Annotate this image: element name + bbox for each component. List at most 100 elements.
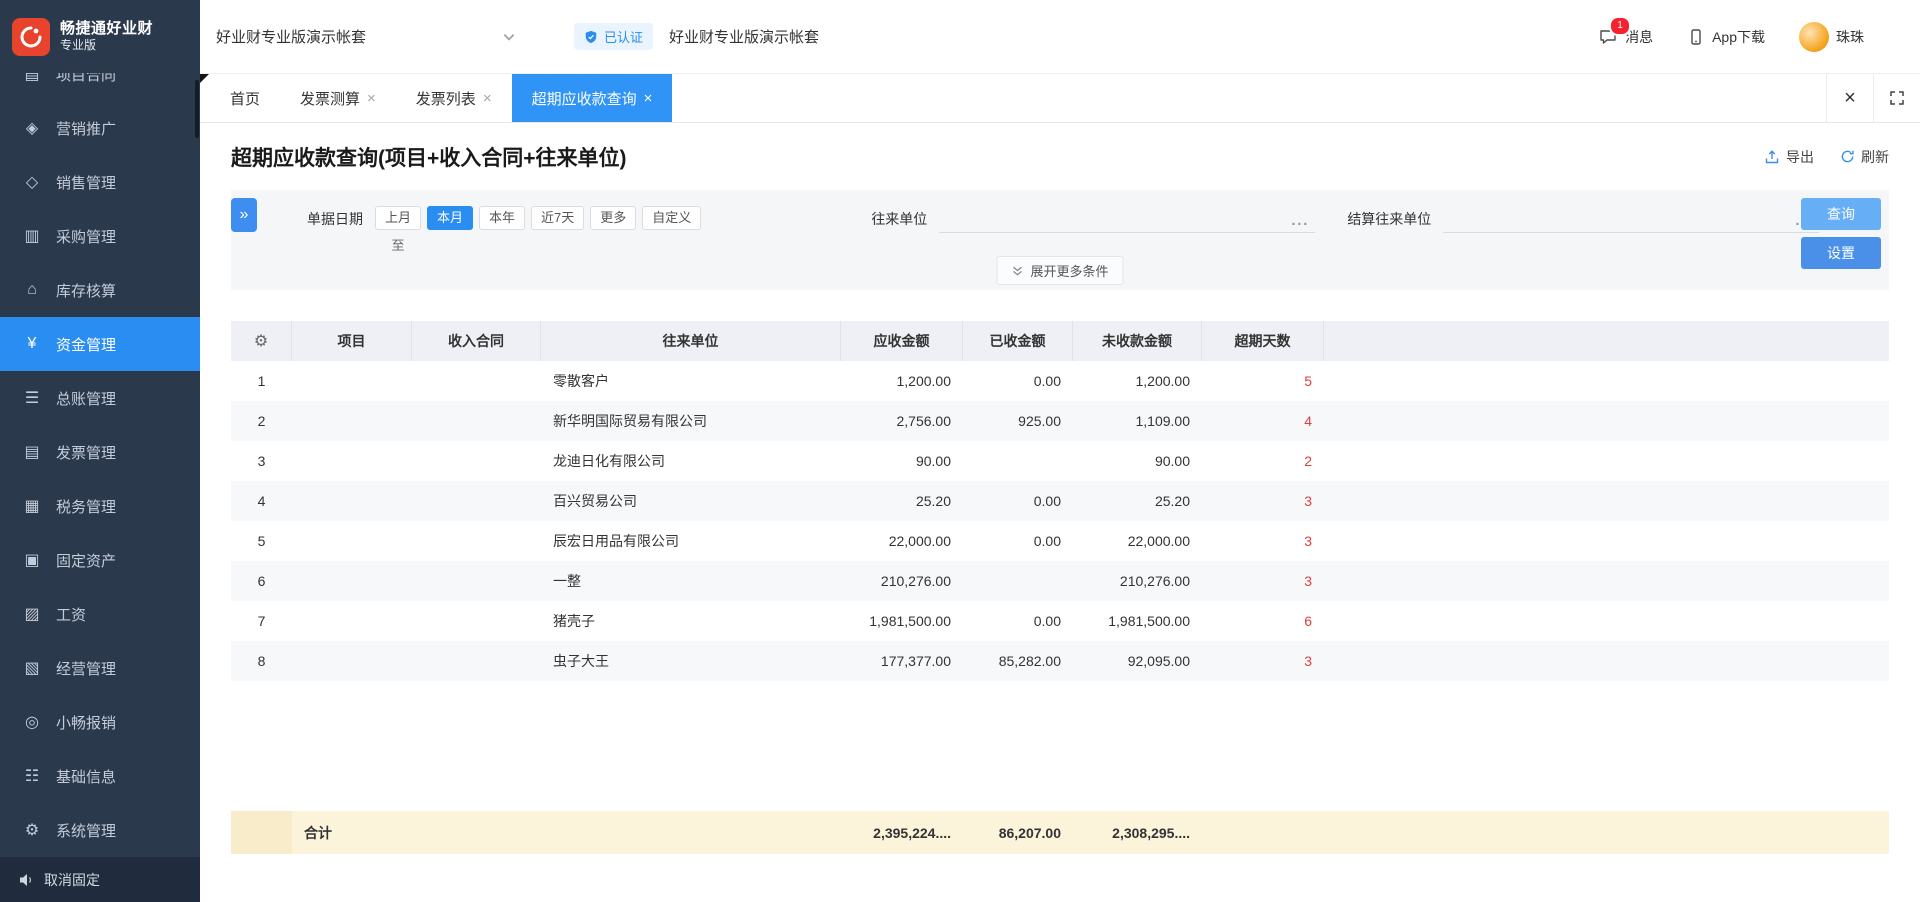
expand-more-filters-button[interactable]: 展开更多条件	[996, 256, 1124, 285]
tab-close-icon[interactable]: ×	[367, 90, 376, 107]
ellipsis-picker-icon[interactable]: ···	[1291, 217, 1309, 232]
app-download-button[interactable]: App下载	[1687, 27, 1765, 47]
sidebar-item[interactable]: ⌂ 库存核算	[0, 263, 200, 317]
column-settings-button[interactable]: ⚙	[231, 321, 292, 361]
table-empty-space	[231, 681, 1889, 811]
date-option-chip[interactable]: 更多	[590, 206, 637, 230]
table-row[interactable]: 7 猪壳子 1,981,500.00 0.00 1,981,500.00 6	[231, 601, 1889, 641]
sidebar-item[interactable]: ▤ 项目合同	[0, 73, 200, 101]
row-number: 2	[257, 413, 266, 429]
date-option-chip[interactable]: 本年	[479, 206, 526, 230]
cell-receivable: 1,981,500.00	[869, 613, 951, 629]
cell-received: 925.00	[1018, 413, 1061, 429]
filter-buttons: 查询 设置	[1801, 198, 1881, 269]
overdue-receivables-table: ⚙ 项目 收入合同 往来单位 应收金额 已收金额 未收款金额 超期天数 1 零散客户 1,200.…	[231, 321, 1889, 902]
column-header: 未收款金额	[1073, 321, 1202, 361]
cell-overdue-days: 6	[1304, 613, 1312, 629]
sidebar-item[interactable]: ▤ 发票管理	[0, 425, 200, 479]
close-tabs-button[interactable]: ×	[1826, 74, 1873, 122]
table-row[interactable]: 8 虫子大王 177,377.00 85,282.00 92,095.00 3	[231, 641, 1889, 681]
query-button[interactable]: 查询	[1801, 198, 1881, 230]
date-option-chip[interactable]: 近7天	[531, 206, 585, 230]
date-option-chip[interactable]: 上月	[375, 206, 422, 230]
marketing-icon: ◈	[25, 120, 39, 137]
partner-input[interactable]: ···	[939, 206, 1316, 233]
sidebar-scrollbar[interactable]	[195, 80, 199, 138]
sidebar-item[interactable]: ⚙ 系统管理	[0, 803, 200, 857]
tab-close-icon[interactable]: ×	[483, 90, 492, 107]
sidebar-item[interactable]: ▥ 采购管理	[0, 209, 200, 263]
sidebar-item-label: 发票管理	[56, 444, 117, 462]
sidebar-item[interactable]: ▦ 税务管理	[0, 479, 200, 533]
refresh-label: 刷新	[1861, 148, 1889, 165]
sidebar-item[interactable]: ▧ 经营管理	[0, 641, 200, 695]
date-to-label: 至	[391, 238, 405, 253]
basic-info-icon: ☷	[24, 768, 40, 785]
sidebar-item[interactable]: ▨ 工资	[0, 587, 200, 641]
certified-badge-label: 已认证	[604, 30, 644, 45]
filter-row: 单据日期 上月至本月本年近7天更多自定义 往来单位 ··· 结算往来单位 ···	[231, 190, 1889, 254]
refresh-button[interactable]: 刷新	[1840, 147, 1889, 167]
export-button[interactable]: 导出	[1764, 147, 1814, 167]
cell-overdue-days: 3	[1304, 653, 1312, 669]
tab[interactable]: 发票列表 ×	[396, 74, 512, 122]
table-body: 1 零散客户 1,200.00 0.00 1,200.00 5 2 新华明国际贸易有限公司 2,…	[231, 361, 1889, 681]
table-row[interactable]: 5 辰宏日用品有限公司 22,000.00 0.00 22,000.00 3	[231, 521, 1889, 561]
row-number: 4	[257, 493, 266, 509]
ledger-icon: ☰	[24, 390, 40, 407]
user-menu[interactable]: 珠珠	[1799, 21, 1864, 52]
phone-icon	[1691, 28, 1701, 45]
column-header: 超期天数	[1202, 321, 1324, 361]
account-book-select[interactable]: 好业财专业版演示帐套	[216, 26, 530, 47]
date-option-chip[interactable]: 自定义	[642, 206, 702, 230]
sidebar-item-label: 系统管理	[56, 822, 117, 840]
tab[interactable]: 发票测算 ×	[280, 74, 396, 122]
messages-count-badge: 1	[1609, 15, 1632, 36]
date-option-chip[interactable]: 本月	[427, 206, 474, 230]
sales-icon: ◇	[25, 174, 39, 191]
table-row[interactable]: 4 百兴贸易公司 25.20 0.00 25.20 3	[231, 481, 1889, 521]
row-number: 6	[257, 573, 266, 589]
sidebar-item-label: 总账管理	[56, 390, 117, 408]
sidebar-item[interactable]: ☷ 基础信息	[0, 749, 200, 803]
tab[interactable]: 超期应收款查询 ×	[511, 74, 673, 122]
sidebar-item[interactable]: ¥ 资金管理	[0, 317, 200, 371]
settle-partner-input[interactable]: ···	[1443, 206, 1820, 233]
table-row[interactable]: 2 新华明国际贸易有限公司 2,756.00 925.00 1,109.00 4	[231, 401, 1889, 441]
sidebar-item[interactable]: ▣ 固定资产	[0, 533, 200, 587]
tab[interactable]: 首页	[210, 74, 280, 122]
fullscreen-button[interactable]	[1873, 74, 1920, 122]
column-header-filler	[1324, 321, 1889, 361]
table-row[interactable]: 3 龙迪日化有限公司 90.00 90.00 2	[231, 441, 1889, 481]
table-row[interactable]: 1 零散客户 1,200.00 0.00 1,200.00 5	[231, 361, 1889, 401]
cell-project	[292, 521, 412, 561]
cell-contract	[412, 561, 541, 601]
table-row[interactable]: 6 一整 210,276.00 210,276.00 3	[231, 561, 1889, 601]
cell-receivable: 210,276.00	[880, 573, 951, 589]
cell-overdue-days: 3	[1304, 573, 1312, 589]
collapse-filter-button[interactable]: »	[231, 198, 257, 232]
tab-scroll-icon[interactable]	[200, 74, 209, 83]
sidebar-item[interactable]: ◇ 销售管理	[0, 155, 200, 209]
cell-receivable: 22,000.00	[888, 533, 951, 549]
tab-bar: 首页 发票测算 × 发票列表 × 超期应收款查询 × ×	[200, 74, 1920, 123]
tab-label: 首页	[230, 90, 261, 108]
export-icon	[1765, 149, 1779, 163]
cell-received: 0.00	[1033, 493, 1061, 509]
cell-contract	[412, 521, 541, 561]
tab-close-icon[interactable]: ×	[644, 90, 653, 107]
settings-button[interactable]: 设置	[1801, 237, 1881, 269]
total-corner	[231, 811, 292, 854]
messages-button[interactable]: 1 消息	[1598, 15, 1653, 47]
cell-project	[292, 441, 412, 481]
sidebar-item[interactable]: ◈ 营销推广	[0, 101, 200, 155]
total-receivable: 2,395,224....	[873, 824, 951, 841]
brand-logo-icon	[12, 17, 50, 56]
partner-filter-label: 往来单位	[871, 211, 928, 227]
sidebar-item[interactable]: ☰ 总账管理	[0, 371, 200, 425]
double-chevron-down-icon	[1013, 266, 1022, 276]
date-filter-label: 单据日期	[307, 211, 363, 227]
row-number: 3	[257, 453, 266, 469]
sidebar-item[interactable]: ◎ 小畅报销	[0, 695, 200, 749]
unpin-sidebar-button[interactable]: 取消固定	[0, 857, 200, 902]
